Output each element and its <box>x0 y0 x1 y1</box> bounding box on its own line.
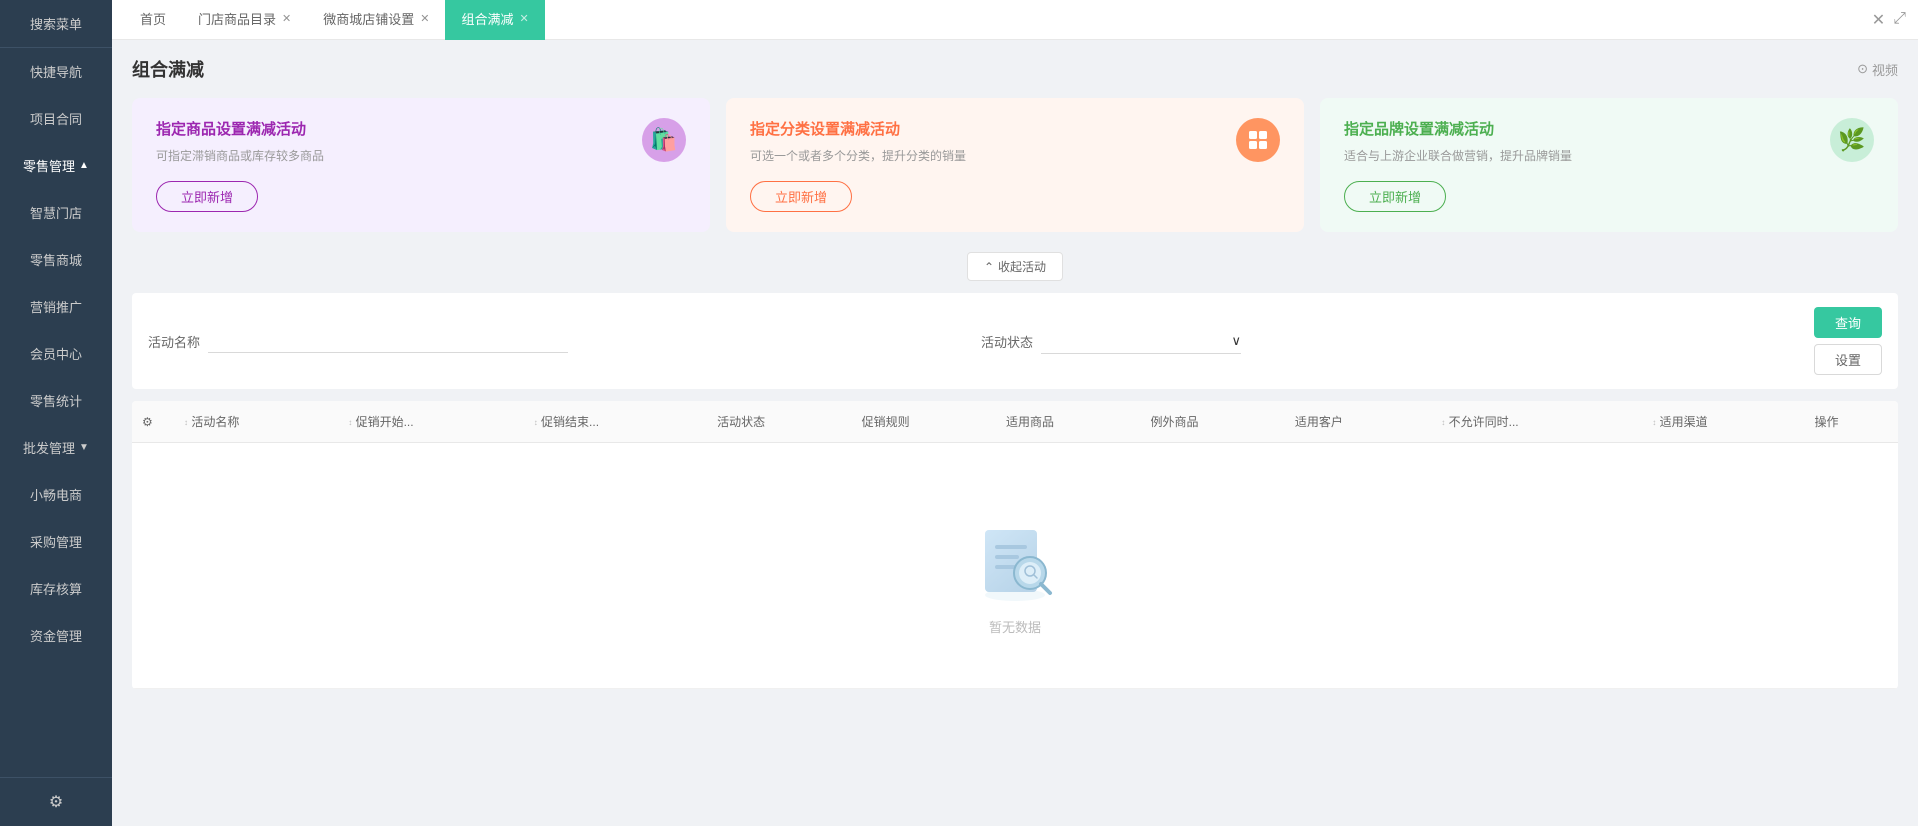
sort-arrows-icon[interactable]: ↕ <box>534 418 538 427</box>
tab-combo-discount[interactable]: 组合满减 ✕ <box>445 0 544 40</box>
maximize-window-icon[interactable]: ⤢ <box>1893 10 1906 30</box>
settings-button[interactable]: 设置 <box>1814 344 1882 375</box>
table-col-promo-rules: 促销规则 <box>852 401 996 443</box>
empty-state-text: 暂无数据 <box>162 617 1868 636</box>
sidebar-item-retail-mgmt[interactable]: 零售管理 ▲ <box>0 142 112 189</box>
sidebar: 搜索菜单 快捷导航 项目合同 零售管理 ▲ 智慧门店 零售商城 营销推广 会员中… <box>0 0 112 826</box>
brand-activity-card: 指定品牌设置满减活动 🌿 适合与上游企业联合做营销，提升品牌销量 立即新增 <box>1320 98 1898 232</box>
category-add-button[interactable]: 立即新增 <box>750 181 852 212</box>
tab-wechat-store[interactable]: 微商城店铺设置 ✕ <box>307 0 445 40</box>
window-buttons: ✕ ⤢ <box>1872 10 1906 30</box>
category-card-title: 指定分类设置满减活动 <box>750 118 1280 139</box>
table-col-promo-start: ↕ 促销开始... <box>336 401 521 443</box>
sidebar-item-marketing[interactable]: 营销推广 <box>0 283 112 330</box>
sidebar-item-project-contract[interactable]: 项目合同 <box>0 95 112 142</box>
settings-gear-icon[interactable]: ⚙ <box>0 777 112 826</box>
sort-arrows-icon[interactable]: ↕ <box>1441 418 1445 427</box>
sidebar-item-capital-mgmt[interactable]: 资金管理 <box>0 612 112 659</box>
sidebar-item-membership[interactable]: 会员中心 <box>0 330 112 377</box>
brand-add-button[interactable]: 立即新增 <box>1344 181 1446 212</box>
chevron-up-icon: ⌃ <box>984 260 994 274</box>
tab-bar: 首页 门店商品目录 ✕ 微商城店铺设置 ✕ 组合满减 ✕ ✕ ⤢ <box>112 0 1918 40</box>
sidebar-item-retail-mall[interactable]: 零售商城 <box>0 236 112 283</box>
empty-state: 暂无数据 <box>142 455 1888 676</box>
activity-table: ⚙ ↕ 活动名称 ↕ 促销开始... ↕ 促销结束... <box>132 401 1898 689</box>
table-col-applicable-customers: 适用客户 <box>1285 401 1429 443</box>
table-col-applicable-channels: ↕ 适用渠道 <box>1640 401 1804 443</box>
sidebar-item-smart-store[interactable]: 智慧门店 <box>0 189 112 236</box>
query-button[interactable]: 查询 <box>1814 307 1882 338</box>
close-icon[interactable]: ✕ <box>520 12 529 25</box>
activity-cards: 指定商品设置满减活动 🛍️ 可指定滞销商品或库存较多商品 立即新增 指定分类设置… <box>132 98 1898 232</box>
search-bar: 活动名称 活动状态 ∨ 查询 设置 <box>132 293 1898 389</box>
table-col-exception-goods: 例外商品 <box>1140 401 1284 443</box>
table-col-activity-status: 活动状态 <box>707 401 851 443</box>
activity-name-field: 活动名称 <box>148 329 957 353</box>
category-card-desc: 可选一个或者多个分类，提升分类的销量 <box>750 147 1280 165</box>
close-window-icon[interactable]: ✕ <box>1872 10 1885 30</box>
chevron-down-icon: ∨ <box>1232 333 1242 349</box>
close-icon[interactable]: ✕ <box>420 12 429 25</box>
sort-arrows-icon[interactable]: ↕ <box>348 418 352 427</box>
activity-status-select[interactable]: ∨ <box>1041 329 1241 354</box>
activity-name-label: 活动名称 <box>148 332 200 351</box>
empty-row: 暂无数据 <box>132 443 1898 689</box>
product-card-icon: 🛍️ <box>642 118 686 162</box>
sidebar-item-wholesale-mgmt[interactable]: 批发管理 ▼ <box>0 424 112 471</box>
table-container: ⚙ ↕ 活动名称 ↕ 促销开始... ↕ 促销结束... <box>132 401 1898 689</box>
product-card-title: 指定商品设置满减活动 <box>156 118 686 139</box>
sidebar-item-retail-stats[interactable]: 零售统计 <box>0 377 112 424</box>
sidebar-item-xiaochangec[interactable]: 小畅电商 <box>0 471 112 518</box>
brand-card-desc: 适合与上游企业联合做营销，提升品牌销量 <box>1344 147 1874 165</box>
tab-home[interactable]: 首页 <box>124 0 182 40</box>
chevron-up-icon: ▲ <box>79 160 89 171</box>
table-col-no-concurrent: ↕ 不允许同时... <box>1429 401 1640 443</box>
page-title: 组合满减 <box>132 56 204 82</box>
brand-card-title: 指定品牌设置满减活动 <box>1344 118 1874 139</box>
close-icon[interactable]: ✕ <box>282 12 291 25</box>
sidebar-item-inventory[interactable]: 库存核算 <box>0 565 112 612</box>
page-header: 组合满减 ⊙ 视频 <box>132 56 1898 82</box>
chevron-down-icon: ▼ <box>79 442 89 453</box>
sidebar-item-quick-nav[interactable]: 快捷导航 <box>0 48 112 95</box>
tab-store-catalog[interactable]: 门店商品目录 ✕ <box>182 0 307 40</box>
category-activity-card: 指定分类设置满减活动 可选一个或者多个分类，提升分类的销量 立即新增 <box>726 98 1304 232</box>
table-body: 暂无数据 <box>132 443 1898 689</box>
activity-status-label: 活动状态 <box>981 332 1033 351</box>
table-col-actions: 操作 <box>1804 401 1898 443</box>
product-activity-card: 指定商品设置满减活动 🛍️ 可指定滞销商品或库存较多商品 立即新增 <box>132 98 710 232</box>
table-col-promo-end: ↕ 促销结束... <box>522 401 707 443</box>
table-gear-header[interactable]: ⚙ <box>132 401 172 443</box>
activity-name-input[interactable] <box>208 329 568 353</box>
sort-arrows-icon[interactable]: ↕ <box>184 418 188 427</box>
video-link[interactable]: ⊙ 视频 <box>1857 60 1898 79</box>
table-col-activity-name: ↕ 活动名称 <box>172 401 336 443</box>
collapse-activities-button[interactable]: ⌃ 收起活动 <box>967 252 1063 281</box>
brand-card-icon: 🌿 <box>1830 118 1874 162</box>
play-circle-icon: ⊙ <box>1857 61 1868 77</box>
sidebar-item-purchase-mgmt[interactable]: 采购管理 <box>0 518 112 565</box>
category-card-icon <box>1236 118 1280 162</box>
product-add-button[interactable]: 立即新增 <box>156 181 258 212</box>
main-area: 首页 门店商品目录 ✕ 微商城店铺设置 ✕ 组合满减 ✕ ✕ ⤢ 组合满减 ⊙ … <box>112 0 1918 826</box>
search-actions: 查询 设置 <box>1814 307 1882 375</box>
empty-state-icon <box>965 515 1065 605</box>
sort-arrows-icon[interactable]: ↕ <box>1652 418 1656 427</box>
collapse-bar: ⌃ 收起活动 <box>132 244 1898 293</box>
activity-status-field: 活动状态 ∨ <box>981 329 1790 354</box>
sidebar-search[interactable]: 搜索菜单 <box>0 0 112 48</box>
table-header: ⚙ ↕ 活动名称 ↕ 促销开始... ↕ 促销结束... <box>132 401 1898 443</box>
table-col-applicable-goods: 适用商品 <box>996 401 1140 443</box>
product-card-desc: 可指定滞销商品或库存较多商品 <box>156 147 686 165</box>
page-content: 组合满减 ⊙ 视频 指定商品设置满减活动 🛍️ 可指定滞销商品或库存较多商品 立… <box>112 40 1918 826</box>
